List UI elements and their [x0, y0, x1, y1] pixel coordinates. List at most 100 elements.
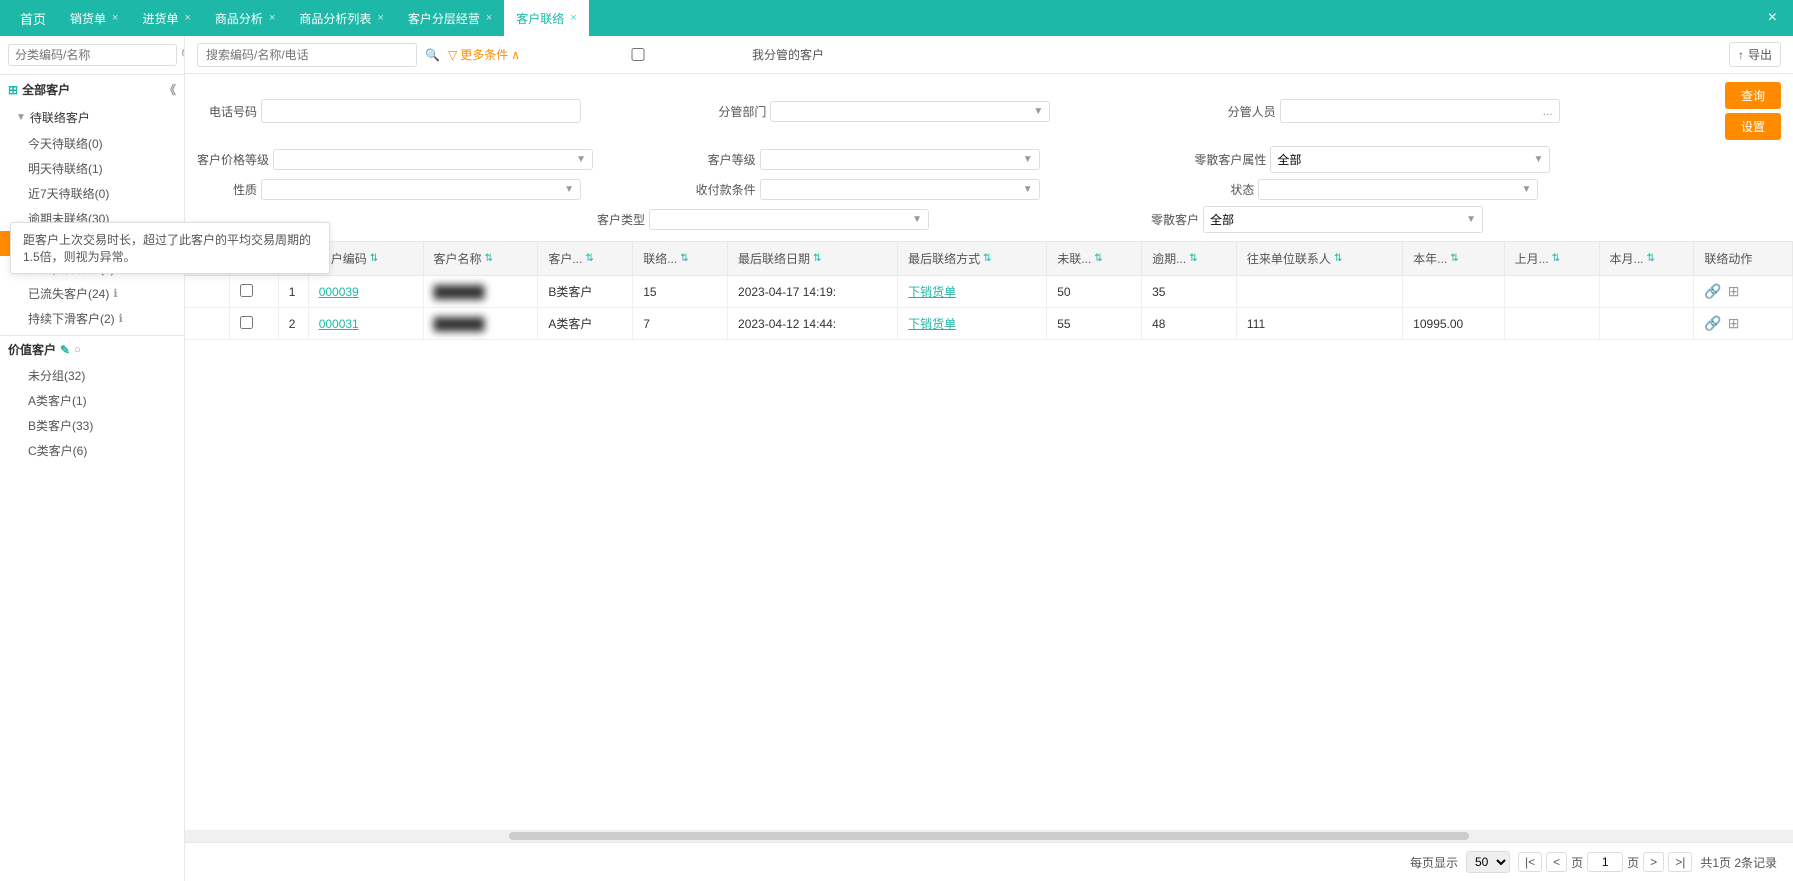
td-actions-1: 🔗 ⊞	[1694, 276, 1793, 308]
close-sales-icon[interactable]: ×	[112, 12, 118, 24]
sidebar-all-customers[interactable]: ⊞ 全部客户 《	[0, 75, 184, 104]
overdue-sort-icon[interactable]: ⇅	[1189, 253, 1197, 264]
manager-select[interactable]: ...	[1280, 99, 1560, 123]
th-overdue[interactable]: 逾期... ⇅	[1142, 242, 1237, 276]
row2-checkbox[interactable]	[240, 316, 253, 329]
customer-name-sort-icon[interactable]: ⇅	[485, 253, 493, 264]
not-contact-sort-icon[interactable]: ⇅	[1094, 253, 1102, 264]
sidebar-search-input[interactable]	[8, 44, 177, 66]
manager-dots[interactable]: ...	[1543, 104, 1553, 118]
th-last-contact-date[interactable]: 最后联络日期 ⇅	[728, 242, 898, 276]
scrollbar-thumb[interactable]	[509, 832, 1469, 840]
query-button[interactable]: 查询	[1725, 82, 1781, 109]
last-date-sort-icon[interactable]: ⇅	[813, 253, 821, 264]
table-wrapper[interactable]: ⚙ 客户编码 ⇅	[185, 242, 1793, 830]
nav-purchase[interactable]: 进货单 ×	[130, 0, 202, 36]
row1-grid-icon[interactable]: ⊞	[1728, 283, 1740, 300]
more-conditions-button[interactable]: ▽ 更多条件 ∧	[448, 46, 520, 63]
payment-select[interactable]: ▼	[760, 179, 1040, 200]
close-contact-icon[interactable]: ×	[570, 12, 576, 24]
search-button[interactable]: 🔍	[425, 48, 440, 62]
td-checkbox-1[interactable]	[230, 276, 279, 308]
value-edit-icon[interactable]: ✎	[60, 343, 70, 357]
contact-sort-icon[interactable]: ⇅	[680, 253, 688, 264]
sidebar-item-b-class[interactable]: B类客户(33)	[0, 413, 184, 438]
collapse-icon[interactable]: 《	[164, 81, 176, 98]
last-month-sort-icon[interactable]: ⇅	[1552, 253, 1560, 264]
my-customer-checkbox[interactable]	[528, 48, 748, 61]
this-year-sort-icon[interactable]: ⇅	[1450, 253, 1458, 264]
nav-customer-contact[interactable]: 客户联络 ×	[504, 0, 588, 36]
export-button[interactable]: ↑ 导出	[1729, 42, 1781, 67]
th-last-month[interactable]: 上月... ⇅	[1504, 242, 1599, 276]
unit-contact-sort-icon[interactable]: ⇅	[1334, 253, 1342, 264]
sidebar-pending-group[interactable]: ▼ 待联络客户	[0, 104, 184, 131]
nav-home[interactable]: 首页	[8, 0, 58, 36]
row1-checkbox[interactable]	[240, 284, 253, 297]
first-page-button[interactable]: |<	[1518, 852, 1542, 872]
my-customer-checkbox-area[interactable]: 我分管的客户	[528, 46, 824, 63]
th-this-month[interactable]: 本月... ⇅	[1599, 242, 1694, 276]
nature-select[interactable]: ▼	[261, 179, 581, 200]
retail-attr-select[interactable]: 全部 ▼	[1270, 146, 1550, 173]
sidebar-value-group-title[interactable]: 价值客户 ✎ ○	[0, 336, 184, 363]
last-method-sort-icon[interactable]: ⇅	[983, 253, 991, 264]
nav-product-analysis-list[interactable]: 商品分析列表 ×	[287, 0, 395, 36]
value-circle-icon[interactable]: ○	[74, 344, 81, 356]
grid-icon: ⊞	[8, 83, 18, 97]
close-product-list-icon[interactable]: ×	[377, 12, 383, 24]
nav-customer-segment[interactable]: 客户分层经营 ×	[396, 0, 504, 36]
close-segment-icon[interactable]: ×	[486, 12, 492, 24]
th-contact[interactable]: 联络... ⇅	[633, 242, 728, 276]
decline-info-icon[interactable]: ℹ	[119, 312, 123, 325]
sidebar-item-a-class[interactable]: A类客户(1)	[0, 388, 184, 413]
nav-sales[interactable]: 销货单 ×	[58, 0, 130, 36]
lost-info-icon[interactable]: ℹ	[113, 287, 117, 300]
th-last-contact-method[interactable]: 最后联络方式 ⇅	[898, 242, 1047, 276]
page-input[interactable]	[1587, 852, 1623, 872]
next-page-button[interactable]: >	[1643, 852, 1664, 872]
td-code-1[interactable]: 000039	[308, 276, 423, 308]
sidebar-item-today[interactable]: 今天待联络(0)	[0, 131, 184, 156]
per-page-select[interactable]: 50	[1466, 851, 1510, 873]
td-code-2[interactable]: 000031	[308, 308, 423, 340]
customer-type-sort-icon[interactable]: ⇅	[585, 253, 593, 264]
th-unit-contact[interactable]: 往来单位联系人 ⇅	[1236, 242, 1402, 276]
td-last-method-2[interactable]: 下销货单	[898, 308, 1047, 340]
close-purchase-icon[interactable]: ×	[184, 12, 190, 24]
row1-link-icon[interactable]: 🔗	[1704, 283, 1721, 300]
search-input[interactable]	[197, 43, 417, 67]
sidebar-item-decline[interactable]: 持续下滑客户(2) ℹ	[0, 306, 184, 331]
th-customer-name[interactable]: 客户名称 ⇅	[423, 242, 538, 276]
sidebar-item-lost[interactable]: 已流失客户(24) ℹ	[0, 281, 184, 306]
this-month-sort-icon[interactable]: ⇅	[1647, 253, 1655, 264]
sidebar-item-tomorrow[interactable]: 明天待联络(1)	[0, 156, 184, 181]
retail-customer-select[interactable]: 全部 ▼	[1203, 206, 1483, 233]
sidebar-item-7days[interactable]: 近7天待联络(0)	[0, 181, 184, 206]
customer-level-select[interactable]: ▼	[760, 149, 1040, 170]
close-product-analysis-icon[interactable]: ×	[269, 12, 275, 24]
last-page-button[interactable]: >|	[1668, 852, 1692, 872]
th-customer-type[interactable]: 客户... ⇅	[538, 242, 633, 276]
th-not-contact[interactable]: 未联... ⇅	[1047, 242, 1142, 276]
row2-grid-icon[interactable]: ⊞	[1728, 315, 1740, 332]
horizontal-scrollbar[interactable]	[185, 830, 1793, 842]
td-last-method-1[interactable]: 下销货单	[898, 276, 1047, 308]
prev-page-button[interactable]: <	[1546, 852, 1567, 872]
customer-code-sort-icon[interactable]: ⇅	[370, 253, 378, 264]
customer-type-select[interactable]: ▼	[649, 209, 929, 230]
td-name-2[interactable]: ██████	[423, 308, 538, 340]
th-this-year[interactable]: 本年... ⇅	[1403, 242, 1504, 276]
row2-link-icon[interactable]: 🔗	[1704, 315, 1721, 332]
price-level-select[interactable]: ▼	[273, 149, 593, 170]
phone-input[interactable]	[261, 99, 581, 123]
dept-select[interactable]: ▼	[770, 101, 1050, 122]
td-checkbox-2[interactable]	[230, 308, 279, 340]
settings-button[interactable]: 设置	[1725, 113, 1781, 140]
td-name-1[interactable]: ██████	[423, 276, 538, 308]
status-select[interactable]: ▼	[1258, 179, 1538, 200]
sidebar-item-c-class[interactable]: C类客户(6)	[0, 438, 184, 463]
window-close-button[interactable]: ×	[1760, 9, 1785, 27]
sidebar-item-ungroup[interactable]: 未分组(32)	[0, 363, 184, 388]
nav-product-analysis[interactable]: 商品分析 ×	[203, 0, 287, 36]
